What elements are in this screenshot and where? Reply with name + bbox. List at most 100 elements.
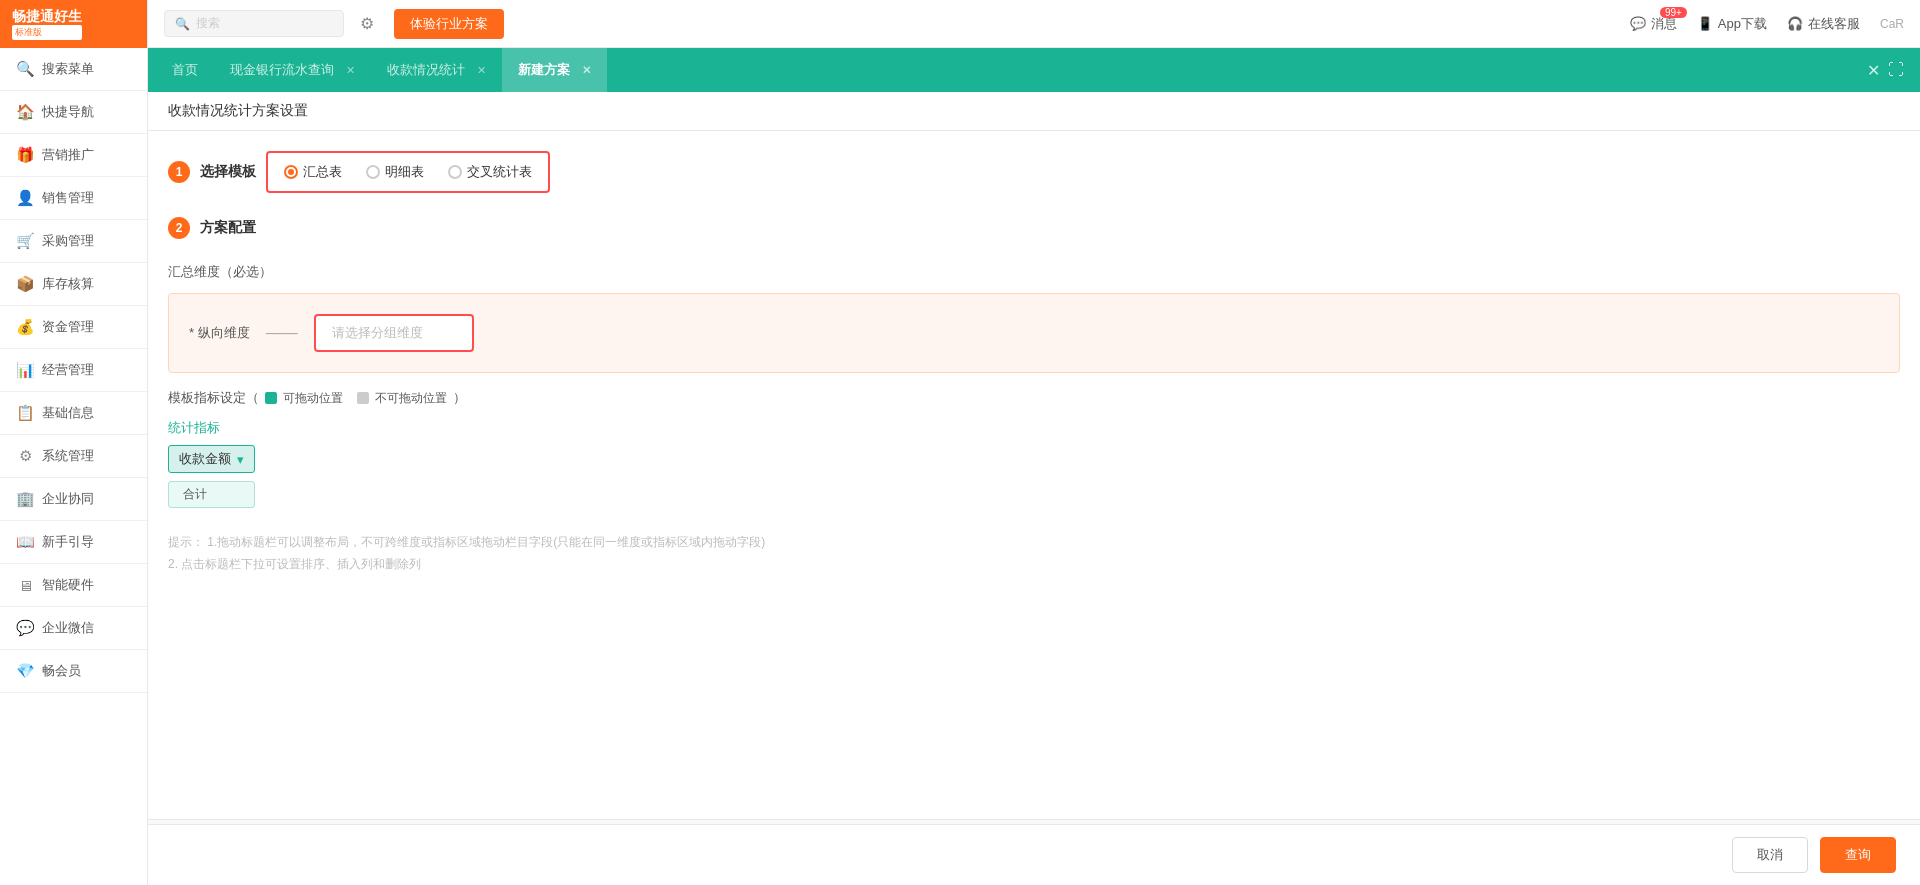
sidebar-item-label: 采购管理 [42,232,94,250]
sidebar-item-label: 畅会员 [42,662,81,680]
sidebar-item-system[interactable]: ⚙ 系统管理 [0,435,147,478]
sidebar-item-label: 经营管理 [42,361,94,379]
sidebar-item-purchase[interactable]: 🛒 采购管理 [0,220,147,263]
sidebar-item-enterprise[interactable]: 🏢 企业协同 [0,478,147,521]
summary-label: 汇总表 [303,163,342,181]
template-summary-option[interactable]: 汇总表 [284,163,342,181]
sidebar-item-label: 新手引导 [42,533,94,551]
sidebar-item-label: 智能硬件 [42,576,94,594]
app-download-button[interactable]: 📱 App下载 [1697,15,1767,33]
window-expand-icon[interactable]: ⛶ [1888,61,1904,80]
stats-tag-amount[interactable]: 收款金额 ▾ [168,445,255,473]
tab-collection-stat-close[interactable]: ✕ [477,64,486,77]
app-download-icon: 📱 [1697,16,1713,31]
sidebar-item-sales[interactable]: 👤 销售管理 [0,177,147,220]
template-detail-option[interactable]: 明细表 [366,163,424,181]
indicator-header-end: ） [453,389,466,407]
tab-bank-flow-close[interactable]: ✕ [346,64,355,77]
indicator-header-row: 模板指标设定（ 可拖动位置 不可拖动位置 ） [168,389,1900,407]
dimension-selector[interactable]: 请选择分组维度 [314,314,474,352]
sales-icon: 👤 [16,189,34,207]
tab-collection-stat[interactable]: 收款情况统计 ✕ [371,48,502,92]
tab-new-plan-close[interactable]: ✕ [582,64,591,77]
sidebar-item-label: 系统管理 [42,447,94,465]
finance-icon: 💰 [16,318,34,336]
online-service-label: 在线客服 [1808,15,1860,33]
stats-tag-group: 收款金额 ▾ 合计 [168,445,255,508]
step2-badge: 2 [168,217,190,239]
cross-label: 交叉统计表 [467,163,532,181]
sidebar-item-label: 企业协同 [42,490,94,508]
tab-home[interactable]: 首页 [156,48,214,92]
step2-header: 2 方案配置 [168,217,1900,239]
stats-label: 统计指标 [168,419,1900,437]
step2-section: 2 方案配置 汇总维度（必选） * 纵向维度 —— 请选择分组维度 [168,217,1900,575]
sidebar-item-finance[interactable]: 💰 资金管理 [0,306,147,349]
sidebar-item-inventory[interactable]: 📦 库存核算 [0,263,147,306]
sidebar-item-member[interactable]: 💎 畅会员 [0,650,147,693]
search-menu-icon: 🔍 [16,60,34,78]
sidebar-badge: 标准版 [12,25,82,40]
sidebar-item-quick-nav[interactable]: 🏠 快捷导航 [0,91,147,134]
tips-section: 提示： 1.拖动标题栏可以调整布局，不可跨维度或指标区域拖动栏目字段(只能在同一… [168,532,1900,575]
sidebar-item-label: 库存核算 [42,275,94,293]
tab-new-plan[interactable]: 新建方案 ✕ [502,48,607,92]
message-icon: 💬 [1630,16,1646,31]
message-badge: 99+ [1660,7,1687,18]
dimension-arrow: —— [266,324,298,342]
sidebar-logo: 畅捷通好生 标准版 [0,0,147,48]
main-area: 🔍 搜索 ⚙ 体验行业方案 💬 消息 99+ 📱 App下载 🎧 在线客服 Ca… [148,0,1920,885]
wechat-icon: 💬 [16,619,34,637]
search-icon: 🔍 [175,17,190,31]
window-close-icon[interactable]: ✕ [1867,61,1880,80]
topbar: 🔍 搜索 ⚙ 体验行业方案 💬 消息 99+ 📱 App下载 🎧 在线客服 Ca… [148,0,1920,48]
action-bar: 取消 查询 [148,824,1920,885]
sidebar-item-label: 营销推广 [42,146,94,164]
template-cross-option[interactable]: 交叉统计表 [448,163,532,181]
tab-collection-stat-label: 收款情况统计 [387,61,465,79]
sidebar-item-basic-info[interactable]: 📋 基础信息 [0,392,147,435]
step1-header: 1 选择模板 汇总表 明细表 交叉统计表 [168,151,1900,193]
online-service-button[interactable]: 🎧 在线客服 [1787,15,1860,33]
unmovable-badge-icon [357,392,369,404]
cancel-button[interactable]: 取消 [1732,837,1808,873]
step2-title: 方案配置 [200,219,256,237]
dimension-row: * 纵向维度 —— 请选择分组维度 [189,314,1879,352]
marketing-icon: 🎁 [16,146,34,164]
sidebar-item-label: 快捷导航 [42,103,94,121]
movable-label: 可拖动位置 [283,390,343,407]
stats-subtag-total: 合计 [168,481,255,508]
message-button[interactable]: 💬 消息 99+ [1630,15,1677,33]
search-placeholder-text: 搜索 [196,15,220,32]
inventory-icon: 📦 [16,275,34,293]
dimension-title: 汇总维度（必选） [168,263,1900,281]
sidebar-item-operations[interactable]: 📊 经营管理 [0,349,147,392]
vertical-dimension-label: * 纵向维度 [189,324,250,342]
gear-icon[interactable]: ⚙ [360,14,374,33]
sidebar-item-search-menu[interactable]: 🔍 搜索菜单 [0,48,147,91]
tab-bank-flow[interactable]: 现金银行流水查询 ✕ [214,48,371,92]
sidebar-item-wechat[interactable]: 💬 企业微信 [0,607,147,650]
sidebar-item-label: 资金管理 [42,318,94,336]
sidebar-item-marketing[interactable]: 🎁 营销推广 [0,134,147,177]
sidebar-item-smart-hw[interactable]: 🖥 智能硬件 [0,564,147,607]
query-button[interactable]: 查询 [1820,837,1896,873]
sidebar-brand-text: 畅捷通好生 [12,8,82,25]
cross-radio[interactable] [448,165,462,179]
step1-title: 选择模板 [200,163,256,181]
sidebar-item-guide[interactable]: 📖 新手引导 [0,521,147,564]
step1-badge: 1 [168,161,190,183]
tabbar: 首页 现金银行流水查询 ✕ 收款情况统计 ✕ 新建方案 ✕ ✕ ⛶ [148,48,1920,92]
operations-icon: 📊 [16,361,34,379]
dimension-config: 汇总维度（必选） * 纵向维度 —— 请选择分组维度 模板指标设定（ [168,263,1900,575]
step1-section: 1 选择模板 汇总表 明细表 交叉统计表 [168,151,1900,193]
topbar-search[interactable]: 🔍 搜索 [164,10,344,37]
content-area: 收款情况统计方案设置 1 选择模板 汇总表 明细表 [148,92,1920,824]
summary-radio[interactable] [284,165,298,179]
dimension-area: * 纵向维度 —— 请选择分组维度 [168,293,1900,373]
stats-area: 统计指标 收款金额 ▾ 合计 [168,419,1900,508]
trial-button[interactable]: 体验行业方案 [394,9,504,39]
tab-home-label: 首页 [172,61,198,79]
detail-radio[interactable] [366,165,380,179]
sidebar: 畅捷通好生 标准版 🔍 搜索菜单 🏠 快捷导航 🎁 营销推广 👤 销售管理 🛒 … [0,0,148,885]
